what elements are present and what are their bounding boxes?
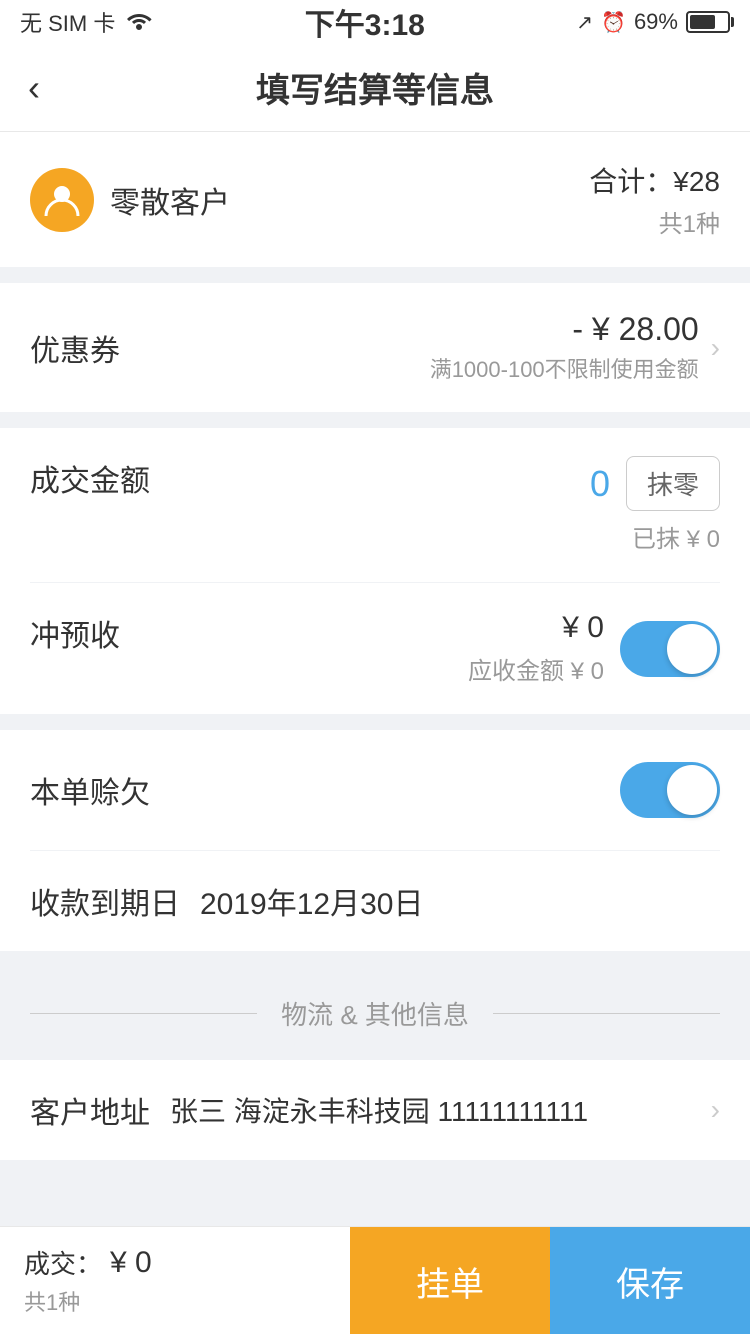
status-bar: 无 SIM 卡 下午3:18 ↗ ⏰ 69% (0, 0, 750, 44)
battery-percent: 69% (634, 9, 678, 35)
customer-count: 共1种 (589, 204, 720, 239)
customer-row: 零散客户 合计：¥28 共1种 (0, 132, 750, 267)
coupon-label: 优惠券 (30, 326, 120, 370)
prepayment-sub: 应收金额 ¥ 0 (468, 651, 604, 686)
sim-label: 无 SIM 卡 (20, 6, 115, 38)
pending-button[interactable]: 挂单 (350, 1227, 550, 1334)
save-button[interactable]: 保存 (550, 1227, 750, 1334)
due-date-row: 收款到期日 2019年12月30日 (0, 851, 750, 951)
prepayment-toggle[interactable] (620, 621, 720, 677)
wifi-icon (125, 8, 153, 36)
battery-icon (686, 11, 730, 33)
content: 零散客户 合计：¥28 共1种 优惠券 - ¥ 28.00 满1000-100不… (0, 132, 750, 1296)
bottom-summary-top: 成交： ¥ 0 (24, 1244, 326, 1281)
status-left: 无 SIM 卡 (20, 6, 153, 38)
due-date-value[interactable]: 2019年12月30日 (200, 879, 423, 923)
deal-amount-section: 成交金额 0 抹零 已抹 ¥ 0 冲预收 ¥ 0 应收金额 ¥ 0 (0, 428, 750, 714)
address-value: 张三 海淀永丰科技园 11111111111 (170, 1090, 711, 1130)
due-date-label: 收款到期日 (30, 879, 180, 923)
deal-amount-label: 成交金额 (30, 456, 150, 500)
debit-row: 本单赊欠 (0, 730, 750, 850)
coupon-info: - ¥ 28.00 满1000-100不限制使用金额 (430, 311, 699, 384)
coupon-section: 优惠券 - ¥ 28.00 满1000-100不限制使用金额 › (0, 283, 750, 412)
debit-toggle[interactable] (620, 762, 720, 818)
bottom-bar: 成交： ¥ 0 共1种 挂单 保存 (0, 1226, 750, 1334)
status-right: ↗ ⏰ 69% (576, 9, 730, 35)
customer-section: 零散客户 合计：¥28 共1种 (0, 132, 750, 267)
debit-toggle-knob (667, 765, 717, 815)
bottom-count: 共1种 (24, 1285, 326, 1317)
prepayment-label: 冲预收 (30, 611, 120, 655)
address-chevron-icon: › (711, 1094, 720, 1126)
address-section: 客户地址 张三 海淀永丰科技园 11111111111 › (0, 1060, 750, 1160)
page-title: 填写结算等信息 (256, 63, 494, 112)
prepayment-amount: ¥ 0 (468, 611, 604, 645)
customer-name: 零散客户 (110, 178, 230, 222)
bottom-summary: 成交： ¥ 0 共1种 (0, 1227, 350, 1334)
address-row[interactable]: 客户地址 张三 海淀永丰科技园 11111111111 › (0, 1060, 750, 1160)
deal-amount-value[interactable]: 0 (570, 463, 610, 505)
logistics-header: 物流 & 其他信息 (0, 967, 750, 1060)
coupon-chevron-icon: › (711, 332, 720, 364)
coupon-row[interactable]: 优惠券 - ¥ 28.00 满1000-100不限制使用金额 › (0, 283, 750, 412)
prepayment-amount-col: ¥ 0 应收金额 ¥ 0 (468, 611, 604, 686)
status-time: 下午3:18 (305, 0, 425, 44)
logistics-section: 物流 & 其他信息 (0, 967, 750, 1060)
logistics-title: 物流 & 其他信息 (257, 995, 493, 1032)
deal-amount-row: 成交金额 0 抹零 已抹 ¥ 0 (0, 428, 750, 582)
address-label: 客户地址 (30, 1088, 150, 1132)
debit-label: 本单赊欠 (30, 768, 150, 812)
back-button[interactable]: ‹ (28, 67, 40, 109)
customer-left: 零散客户 (30, 168, 230, 232)
alarm-icon: ⏰ (601, 10, 626, 35)
customer-total: 合计：¥28 (589, 160, 720, 200)
round-zero-button[interactable]: 抹零 (626, 456, 720, 511)
bottom-deal-label: 成交： (24, 1244, 102, 1281)
toggle-knob (667, 624, 717, 674)
nav-bar: ‹ 填写结算等信息 (0, 44, 750, 132)
customer-right: 合计：¥28 共1种 (589, 160, 720, 239)
customer-avatar (30, 168, 94, 232)
location-icon: ↗ (576, 10, 593, 35)
coupon-desc: 满1000-100不限制使用金额 (430, 352, 699, 384)
deal-amount-sub: 已抹 ¥ 0 (632, 519, 720, 554)
coupon-right: - ¥ 28.00 满1000-100不限制使用金额 › (430, 311, 720, 384)
bottom-deal-amount: ¥ 0 (110, 1246, 152, 1280)
debit-section: 本单赊欠 收款到期日 2019年12月30日 (0, 730, 750, 951)
coupon-amount: - ¥ 28.00 (430, 311, 699, 348)
prepayment-row: 冲预收 ¥ 0 应收金额 ¥ 0 (0, 583, 750, 714)
